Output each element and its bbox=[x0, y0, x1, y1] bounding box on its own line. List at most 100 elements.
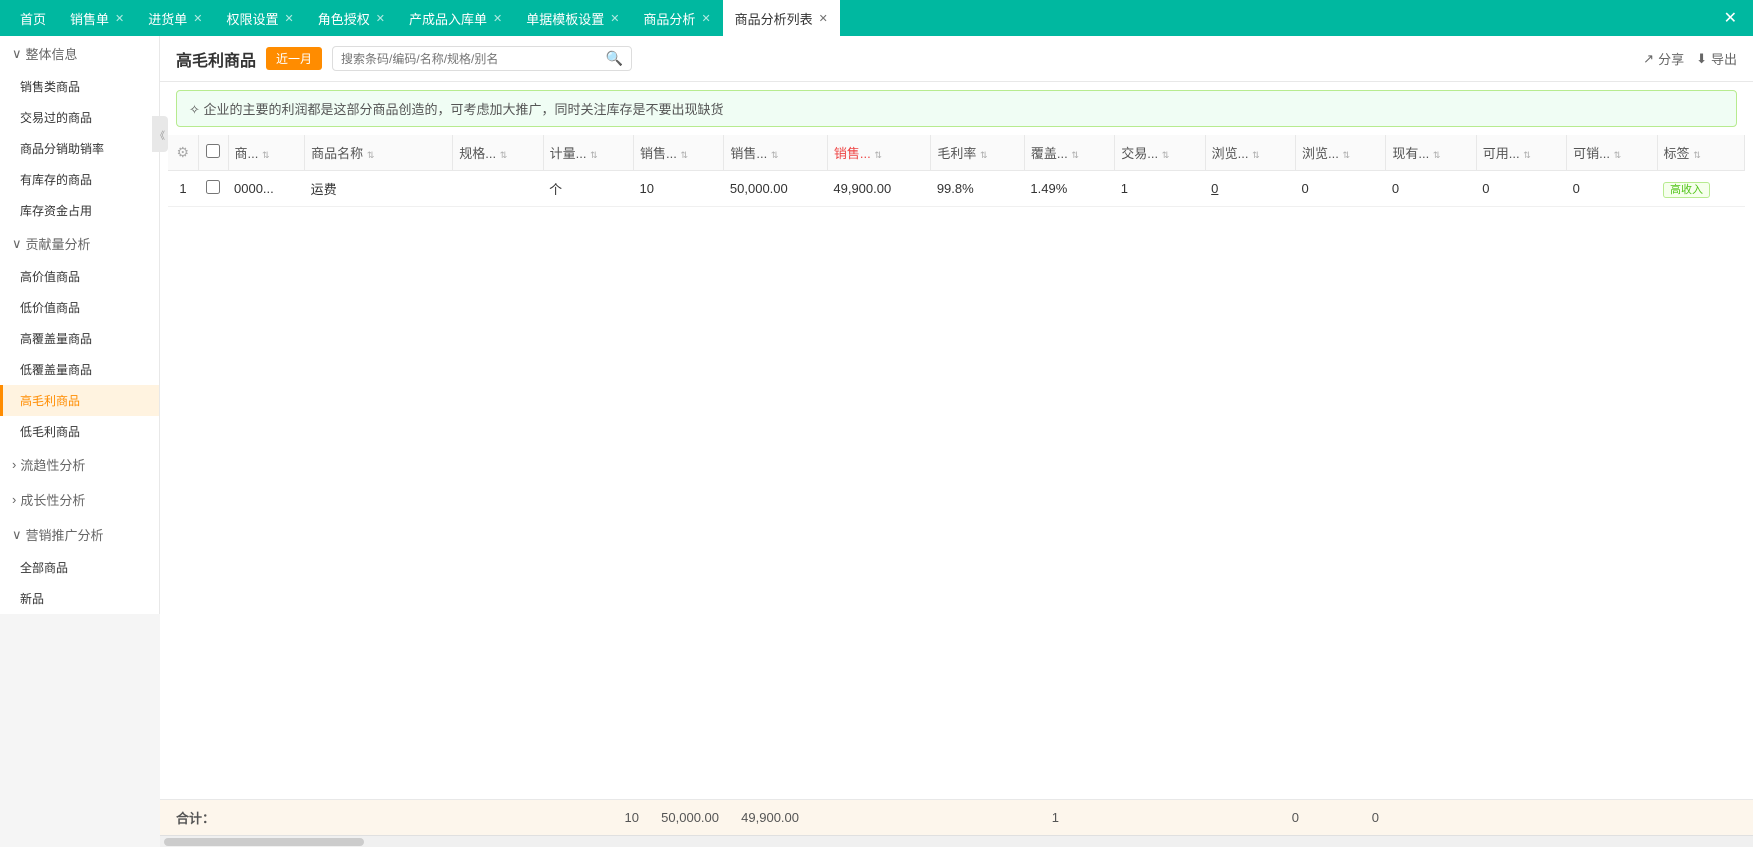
export-button[interactable]: ⬇ 导出 bbox=[1696, 49, 1737, 68]
sort-profit-icon[interactable]: ⇅ bbox=[874, 150, 882, 160]
close-purchase-tab[interactable]: ✕ bbox=[193, 12, 202, 25]
sidebar-item-high-margin[interactable]: 高毛利商品 bbox=[0, 385, 159, 416]
row-current-stock: 0 bbox=[1386, 171, 1476, 207]
nav-sales[interactable]: 销售单 ✕ bbox=[58, 0, 136, 36]
close-role-tab[interactable]: ✕ bbox=[376, 12, 385, 25]
sort-current-icon[interactable]: ⇅ bbox=[1433, 150, 1441, 160]
search-icon[interactable]: 🔍 bbox=[606, 50, 623, 67]
row-sale-qty: 10 bbox=[634, 171, 724, 207]
section-arrow-marketing: ∨ bbox=[12, 527, 22, 543]
sidebar-item-traded-goods[interactable]: 交易过的商品 bbox=[0, 102, 159, 133]
row-available: 0 bbox=[1476, 171, 1566, 207]
row-name: 运费 bbox=[305, 171, 453, 207]
sidebar-item-stock-capital[interactable]: 库存资金占用 bbox=[0, 195, 159, 226]
col-sellable[interactable]: 可销... ⇅ bbox=[1567, 135, 1657, 171]
col-current-stock[interactable]: 现有... ⇅ bbox=[1386, 135, 1476, 171]
scrollbar-thumb[interactable] bbox=[164, 838, 364, 846]
sort-available-icon[interactable]: ⇅ bbox=[1523, 150, 1531, 160]
col-code[interactable]: 商... ⇅ bbox=[228, 135, 305, 171]
row-view1[interactable]: 0 bbox=[1205, 171, 1295, 207]
search-box: 🔍 bbox=[332, 46, 632, 71]
nav-home[interactable]: 首页 bbox=[8, 0, 58, 36]
col-unit[interactable]: 计量... ⇅ bbox=[543, 135, 633, 171]
section-arrow-growth: › bbox=[12, 492, 16, 507]
section-arrow-overall: ∨ bbox=[12, 46, 22, 62]
col-gross-margin[interactable]: 毛利率 ⇅ bbox=[931, 135, 1025, 171]
sidebar-section-growth[interactable]: › 成长性分析 bbox=[0, 482, 159, 517]
nav-template[interactable]: 单据模板设置 ✕ bbox=[514, 0, 631, 36]
close-template-tab[interactable]: ✕ bbox=[610, 12, 619, 25]
sort-spec-icon[interactable]: ⇅ bbox=[500, 150, 508, 160]
col-settings[interactable]: ⚙ bbox=[168, 135, 198, 171]
summary-label: 合计： bbox=[176, 808, 215, 827]
sort-unit-icon[interactable]: ⇅ bbox=[590, 150, 598, 160]
close-analysis-tab[interactable]: ✕ bbox=[701, 12, 710, 25]
nav-product-analysis-list[interactable]: 商品分析列表 ✕ bbox=[723, 0, 840, 36]
sidebar-item-all-goods[interactable]: 全部商品 bbox=[0, 552, 159, 583]
col-sale-qty[interactable]: 销售... ⇅ bbox=[634, 135, 724, 171]
sidebar-item-distribution-rate[interactable]: 商品分销助销率 bbox=[0, 133, 159, 164]
row-coverage: 1.49% bbox=[1024, 171, 1114, 207]
col-trade[interactable]: 交易... ⇅ bbox=[1115, 135, 1205, 171]
row-checkbox[interactable] bbox=[198, 171, 228, 207]
sort-qty-icon[interactable]: ⇅ bbox=[681, 150, 689, 160]
sort-sellable-icon[interactable]: ⇅ bbox=[1614, 150, 1622, 160]
nav-role[interactable]: 角色授权 ✕ bbox=[306, 0, 397, 36]
row-view2: 0 bbox=[1296, 171, 1386, 207]
close-analysis-list-tab[interactable]: ✕ bbox=[819, 12, 828, 25]
sort-amount-icon[interactable]: ⇅ bbox=[771, 150, 779, 160]
select-all-checkbox[interactable] bbox=[206, 144, 220, 158]
nav-purchase[interactable]: 进货单 ✕ bbox=[136, 0, 214, 36]
sidebar-item-in-stock[interactable]: 有库存的商品 bbox=[0, 164, 159, 195]
close-window-button[interactable]: ✕ bbox=[1716, 8, 1745, 28]
sidebar-item-new-goods[interactable]: 新品 bbox=[0, 583, 159, 614]
footer-sale-amount: 50,000.00 bbox=[645, 810, 725, 825]
sidebar-item-low-margin[interactable]: 低毛利商品 bbox=[0, 416, 159, 447]
sidebar-section-trend[interactable]: › 流趋性分析 bbox=[0, 447, 159, 482]
share-icon: ↗ bbox=[1643, 51, 1654, 67]
sort-name-icon[interactable]: ⇅ bbox=[367, 150, 375, 160]
sidebar-section-overall[interactable]: ∨ 整体信息 bbox=[0, 36, 159, 71]
share-button[interactable]: ↗ 分享 bbox=[1643, 49, 1684, 68]
close-permission-tab[interactable]: ✕ bbox=[285, 12, 294, 25]
period-button[interactable]: 近一月 bbox=[266, 47, 322, 70]
col-sale-amount[interactable]: 销售... ⇅ bbox=[724, 135, 827, 171]
sort-trade-icon[interactable]: ⇅ bbox=[1162, 150, 1170, 160]
sidebar-item-low-value[interactable]: 低价值商品 bbox=[0, 292, 159, 323]
header-actions: ↗ 分享 ⬇ 导出 bbox=[1643, 49, 1737, 68]
nav-product-storage[interactable]: 产成品入库单 ✕ bbox=[397, 0, 514, 36]
col-view2[interactable]: 浏览... ⇅ bbox=[1296, 135, 1386, 171]
col-sale-profit[interactable]: 销售... ⇅ bbox=[827, 135, 930, 171]
table-header-row: ⚙ 商... ⇅ 商品名称 ⇅ 规格... ⇅ 计量... ⇅ 销售... ⇅ … bbox=[168, 135, 1745, 171]
nav-product-analysis[interactable]: 商品分析 ✕ bbox=[631, 0, 722, 36]
col-spec[interactable]: 规格... ⇅ bbox=[453, 135, 543, 171]
sidebar-collapse-button[interactable]: 《 bbox=[152, 116, 168, 152]
sidebar-item-low-coverage[interactable]: 低覆盖量商品 bbox=[0, 354, 159, 385]
row-select-checkbox[interactable] bbox=[206, 180, 220, 194]
sort-view2-icon[interactable]: ⇅ bbox=[1343, 150, 1351, 160]
col-name[interactable]: 商品名称 ⇅ bbox=[305, 135, 453, 171]
col-view1[interactable]: 浏览... ⇅ bbox=[1205, 135, 1295, 171]
sidebar-section-marketing[interactable]: ∨ 营销推广分析 bbox=[0, 517, 159, 552]
table-container: ⚙ 商... ⇅ 商品名称 ⇅ 规格... ⇅ 计量... ⇅ 销售... ⇅ … bbox=[160, 135, 1753, 799]
view1-link[interactable]: 0 bbox=[1211, 181, 1218, 196]
col-tag[interactable]: 标签 ⇅ bbox=[1657, 135, 1744, 171]
sidebar-item-high-coverage[interactable]: 高覆盖量商品 bbox=[0, 323, 159, 354]
sidebar-item-high-value[interactable]: 高价值商品 bbox=[0, 261, 159, 292]
settings-icon[interactable]: ⚙ bbox=[176, 144, 189, 160]
sort-coverage-icon[interactable]: ⇅ bbox=[1071, 150, 1079, 160]
sort-code-icon[interactable]: ⇅ bbox=[262, 150, 270, 160]
sort-view1-icon[interactable]: ⇅ bbox=[1252, 150, 1260, 160]
col-coverage[interactable]: 覆盖... ⇅ bbox=[1024, 135, 1114, 171]
sort-tag-icon[interactable]: ⇅ bbox=[1693, 150, 1701, 160]
sidebar-item-sales-goods[interactable]: 销售类商品 bbox=[0, 71, 159, 102]
sidebar-section-contribution[interactable]: ∨ 贡献量分析 bbox=[0, 226, 159, 261]
nav-permission[interactable]: 权限设置 ✕ bbox=[214, 0, 305, 36]
horizontal-scrollbar[interactable] bbox=[160, 835, 1753, 847]
close-sales-tab[interactable]: ✕ bbox=[115, 12, 124, 25]
close-product-storage-tab[interactable]: ✕ bbox=[493, 12, 502, 25]
sort-margin-icon[interactable]: ⇅ bbox=[980, 150, 988, 160]
search-input[interactable] bbox=[341, 52, 600, 66]
col-checkbox[interactable] bbox=[198, 135, 228, 171]
col-available[interactable]: 可用... ⇅ bbox=[1476, 135, 1566, 171]
